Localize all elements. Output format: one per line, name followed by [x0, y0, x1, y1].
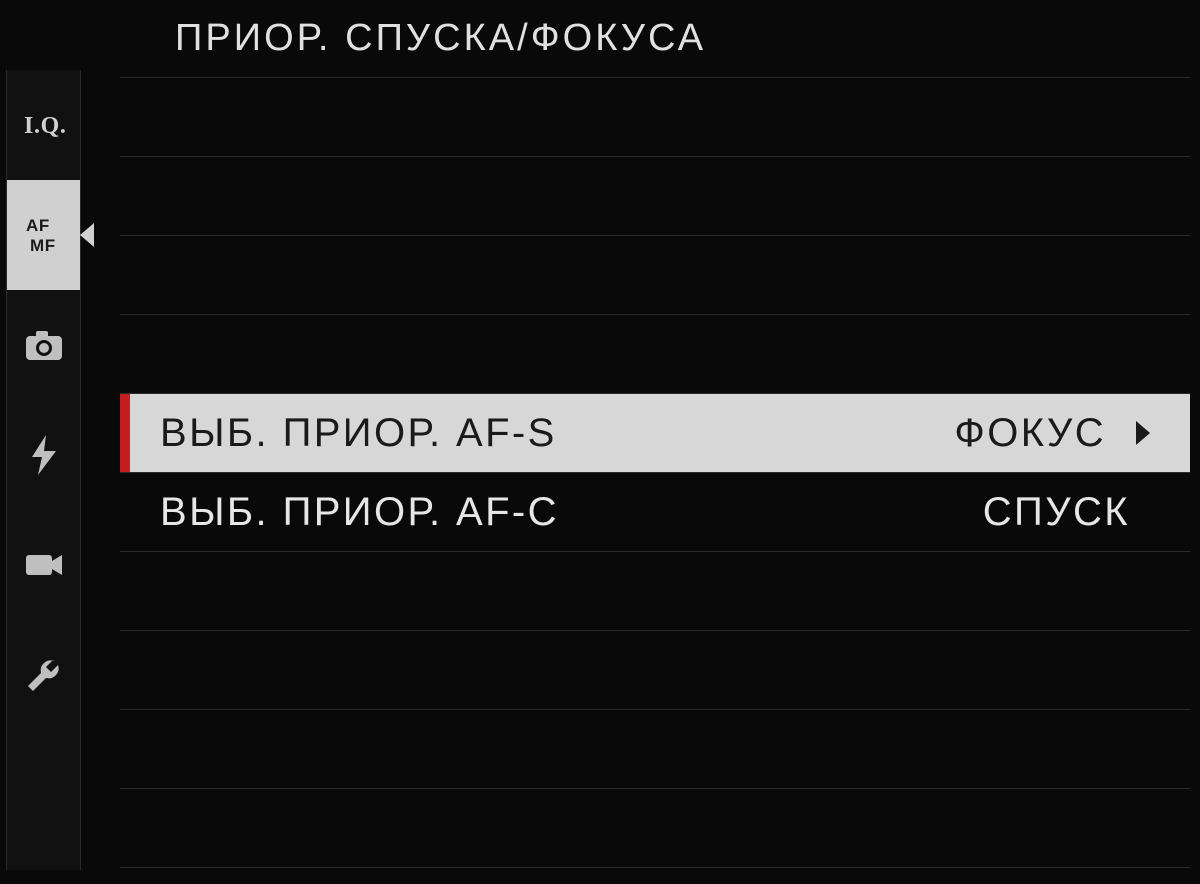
menu-row-empty — [120, 78, 1190, 157]
row-label: ВЫБ. ПРИОР. AF-S — [160, 411, 954, 456]
row-value: СПУСК — [983, 490, 1130, 535]
row-label: ВЫБ. ПРИОР. AF-C — [160, 490, 983, 535]
menu-row-empty — [120, 789, 1190, 868]
menu-row-empty — [120, 157, 1190, 236]
svg-text:AF: AF — [26, 216, 50, 235]
rail-iq[interactable]: I.Q. — [7, 70, 80, 180]
svg-text:MF: MF — [30, 236, 56, 255]
svg-text:I.Q.: I.Q. — [24, 113, 67, 139]
menu-row-afs-priority[interactable]: ВЫБ. ПРИОР. AF-S ФОКУС — [120, 394, 1190, 473]
category-rail: I.Q. AF MF — [6, 70, 81, 870]
rail-video[interactable] — [7, 510, 80, 620]
menu-row-afc-priority[interactable]: ВЫБ. ПРИОР. AF-C СПУСК — [120, 473, 1190, 552]
menu-header: ПРИОР. СПУСКА/ФОКУСА — [120, 0, 1190, 78]
rail-shooting[interactable] — [7, 290, 80, 400]
rail-setup[interactable] — [7, 620, 80, 730]
page-title: ПРИОР. СПУСКА/ФОКУСА — [175, 17, 706, 60]
rail-af-mf[interactable]: AF MF — [7, 180, 80, 290]
af-mf-icon: AF MF — [20, 211, 68, 259]
camera-icon — [20, 321, 68, 369]
camera-menu-screen: ПРИОР. СПУСКА/ФОКУСА I.Q. AF MF — [0, 0, 1200, 884]
flash-icon — [20, 431, 68, 479]
wrench-icon — [20, 651, 68, 699]
menu-content: ВЫБ. ПРИОР. AF-S ФОКУС ВЫБ. ПРИОР. AF-C … — [120, 78, 1190, 872]
iq-icon: I.Q. — [20, 101, 68, 149]
menu-row-empty — [120, 710, 1190, 789]
menu-row-empty — [120, 315, 1190, 394]
menu-row-empty — [120, 631, 1190, 710]
chevron-right-icon — [1136, 421, 1150, 445]
menu-row-empty — [120, 552, 1190, 631]
rail-flash[interactable] — [7, 400, 80, 510]
rail-indicator — [80, 223, 94, 247]
menu-row-empty — [120, 236, 1190, 315]
row-value: ФОКУС — [954, 411, 1106, 456]
video-icon — [20, 541, 68, 589]
